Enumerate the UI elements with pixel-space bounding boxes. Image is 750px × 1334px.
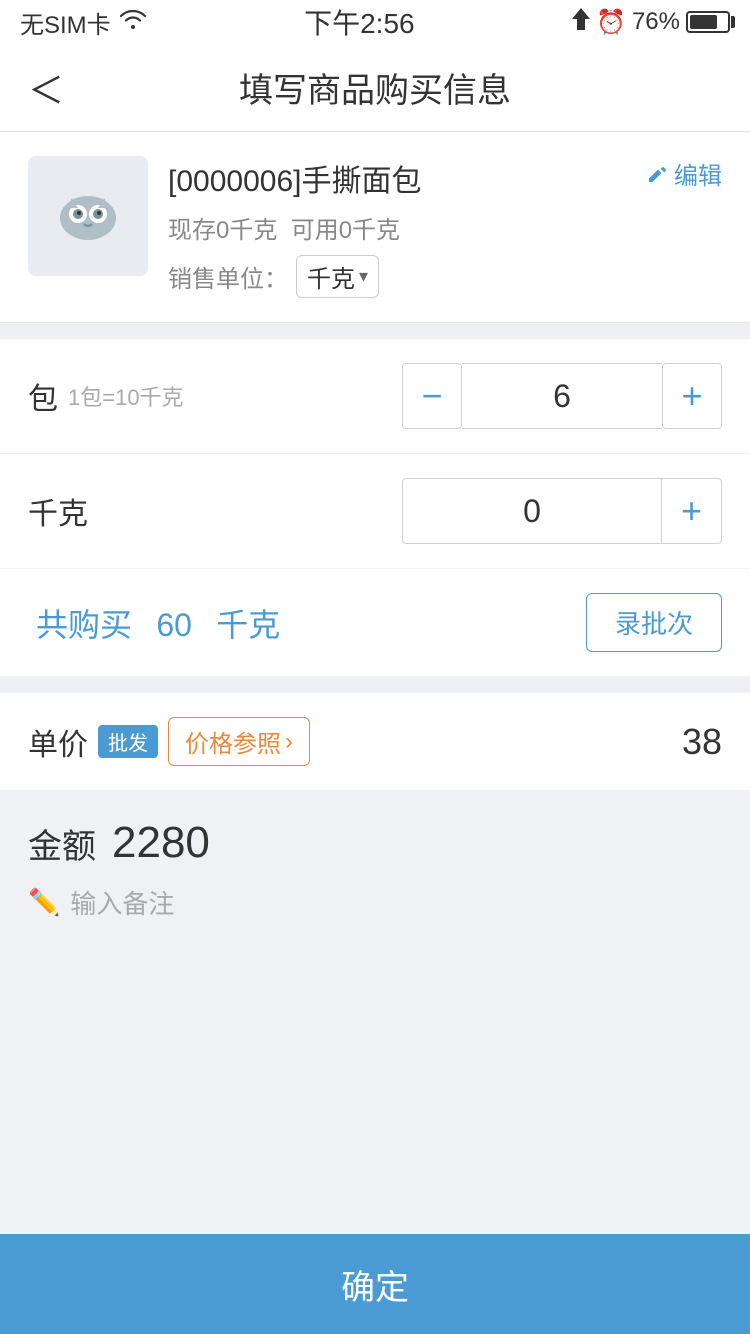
product-unit-row: 销售单位： 千克 ▾ [168, 255, 722, 298]
bottom-space [0, 937, 750, 1277]
status-right: ⏰ 76% [572, 8, 730, 37]
note-placeholder: 输入备注 [70, 884, 174, 921]
separator-2 [0, 677, 750, 693]
wifi-icon [119, 8, 147, 36]
status-time: 下午2:56 [304, 2, 415, 42]
note-row[interactable]: ✏️ 输入备注 [28, 884, 722, 921]
price-section: 单价 批发 价格参照 › 38 [0, 693, 750, 790]
status-left: 无SIM卡 [20, 5, 147, 40]
back-button[interactable]: ＜ [28, 62, 64, 114]
package-qty-control: − + [402, 363, 722, 429]
confirm-button[interactable]: 确定 [341, 1260, 409, 1309]
amount-value: 2280 [112, 818, 210, 868]
alarm-icon: ⏰ [596, 8, 626, 37]
unit-dropdown[interactable]: 千克 ▾ [296, 255, 379, 298]
pencil-icon: ✏️ [28, 887, 60, 918]
carrier-text: 无SIM卡 [20, 5, 111, 40]
kilogram-qty-control: + [402, 478, 722, 544]
price-row: 单价 批发 价格参照 › 38 [28, 717, 722, 766]
edit-button[interactable]: 编辑 [647, 156, 722, 191]
batch-button[interactable]: 录批次 [586, 593, 722, 652]
product-stock: 现存0千克 可用0千克 [168, 210, 722, 245]
kilogram-qty-input[interactable] [402, 478, 662, 544]
product-thumbnail [28, 156, 148, 276]
package-qty-input[interactable] [462, 363, 662, 429]
product-card: [0000006]手撕面包 编辑 现存0千克 可用0千克 销售单位： 千克 ▾ [0, 132, 750, 323]
product-name: [0000006]手撕面包 [168, 156, 421, 200]
product-info: [0000006]手撕面包 编辑 现存0千克 可用0千克 销售单位： 千克 ▾ [168, 156, 722, 298]
package-row: 包 1包=10千克 − + [0, 339, 750, 454]
package-hint: 1包=10千克 [68, 380, 184, 412]
amount-row: 金额 2280 [28, 818, 722, 868]
amount-section: 金额 2280 ✏️ 输入备注 [0, 790, 750, 937]
package-decrement-button[interactable]: − [402, 363, 462, 429]
package-increment-button[interactable]: + [662, 363, 722, 429]
confirm-bar[interactable]: 确定 [0, 1234, 750, 1334]
price-reference-button[interactable]: 价格参照 › [168, 717, 310, 766]
kilogram-row: 千克 + [0, 454, 750, 569]
amount-label: 金额 [28, 819, 96, 868]
battery-icon [686, 11, 730, 33]
total-text: 共购买 60 千克 [28, 600, 288, 646]
price-label: 单价 批发 价格参照 › [28, 717, 310, 766]
page-title: 填写商品购买信息 [239, 63, 511, 112]
location-icon [572, 8, 590, 37]
input-section: 包 1包=10千克 − + 千克 + [0, 339, 750, 569]
battery-percent: 76% [632, 8, 680, 36]
price-value: 38 [682, 721, 722, 763]
kilogram-increment-button[interactable]: + [662, 478, 722, 544]
separator-1 [0, 323, 750, 339]
nav-bar: ＜ 填写商品购买信息 [0, 44, 750, 132]
kilogram-label: 千克 [28, 489, 88, 533]
total-row: 共购买 60 千克 录批次 [0, 569, 750, 677]
package-label: 包 1包=10千克 [28, 374, 184, 418]
status-bar: 无SIM卡 下午2:56 ⏰ 76% [0, 0, 750, 44]
price-tag: 批发 [98, 725, 158, 758]
